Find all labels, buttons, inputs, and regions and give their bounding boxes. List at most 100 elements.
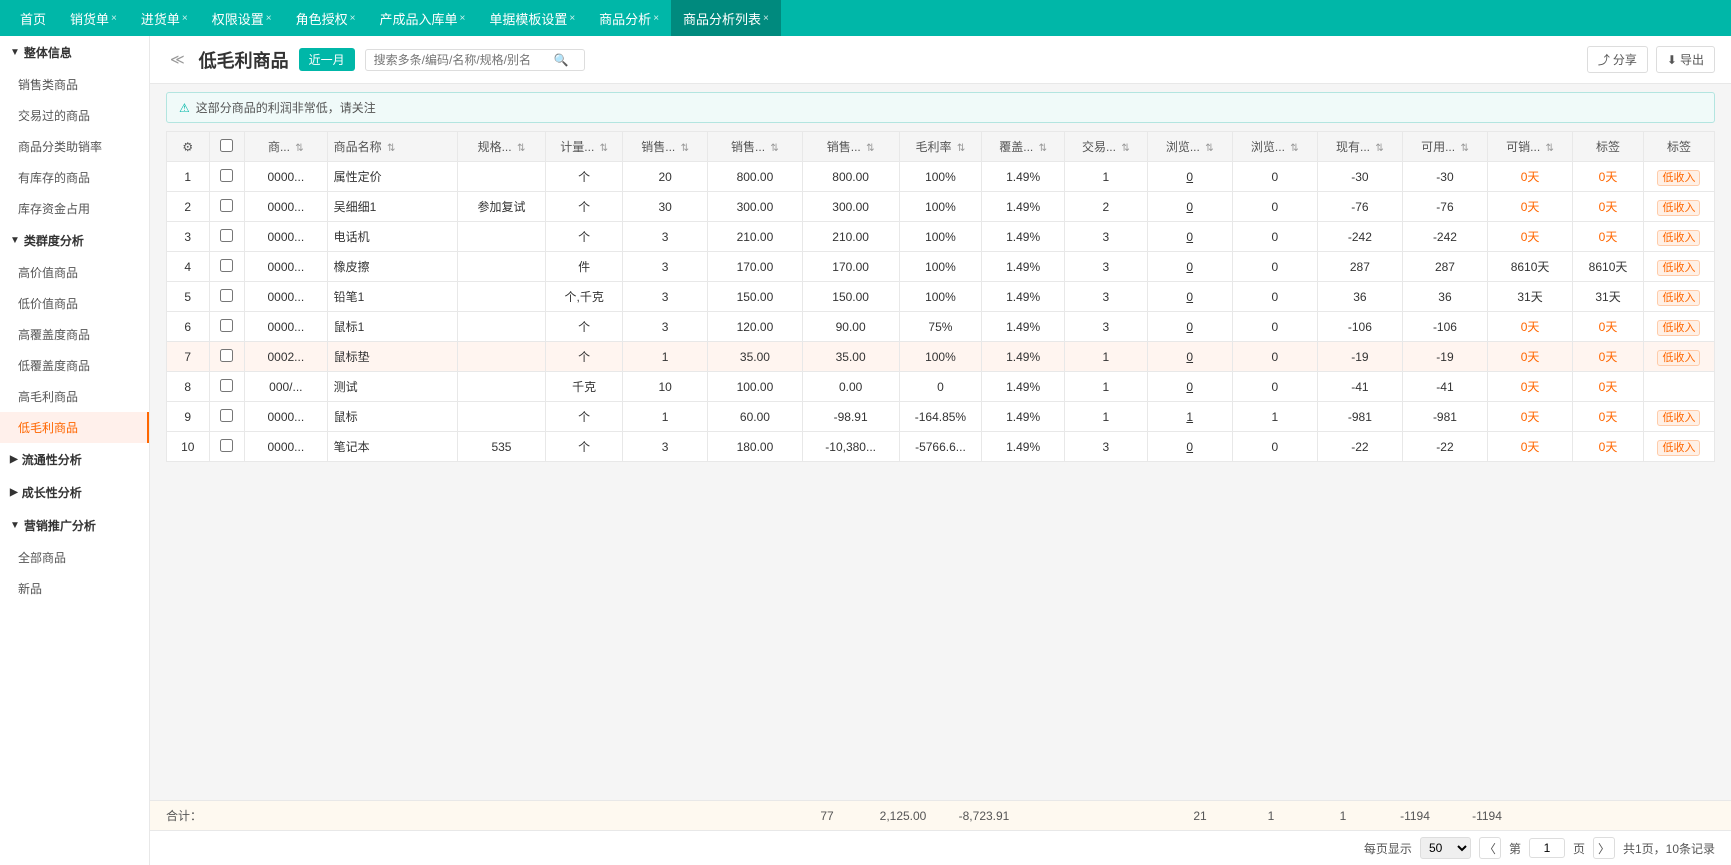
settings-icon[interactable]: ⚙ bbox=[182, 140, 193, 154]
cell-checkbox[interactable] bbox=[209, 372, 244, 402]
browse1-link[interactable]: 0 bbox=[1186, 290, 1193, 304]
cell-browse1[interactable]: 0 bbox=[1147, 432, 1232, 462]
th-avail[interactable]: 可用... ⇅ bbox=[1402, 132, 1487, 162]
row-checkbox[interactable] bbox=[220, 409, 233, 422]
browse1-link[interactable]: 0 bbox=[1186, 200, 1193, 214]
sidebar-item-sales-goods[interactable]: 销售类商品 bbox=[0, 69, 149, 100]
cell-browse1[interactable]: 0 bbox=[1147, 252, 1232, 282]
row-checkbox[interactable] bbox=[220, 289, 233, 302]
browse1-link[interactable]: 0 bbox=[1186, 170, 1193, 184]
cell-checkbox[interactable] bbox=[209, 342, 244, 372]
cell-checkbox[interactable] bbox=[209, 282, 244, 312]
sidebar-item-high-value[interactable]: 高价值商品 bbox=[0, 257, 149, 288]
th-tag[interactable]: 标签 bbox=[1643, 132, 1714, 162]
cell-browse1[interactable]: 0 bbox=[1147, 312, 1232, 342]
cell-browse1[interactable]: 0 bbox=[1147, 192, 1232, 222]
browse1-link[interactable]: 0 bbox=[1186, 380, 1193, 394]
sidebar-item-low-gross[interactable]: 低毛利商品 bbox=[0, 412, 149, 443]
th-sale1[interactable]: 销售... ⇅ bbox=[623, 132, 708, 162]
sidebar-item-low-value[interactable]: 低价值商品 bbox=[0, 288, 149, 319]
nav-goods-analysis-list[interactable]: 商品分析列表 × bbox=[671, 0, 781, 36]
nav-permission[interactable]: 权限设置 × bbox=[200, 0, 284, 36]
cell-checkbox[interactable] bbox=[209, 252, 244, 282]
browse1-link[interactable]: 0 bbox=[1186, 260, 1193, 274]
th-days[interactable]: 标签 bbox=[1573, 132, 1644, 162]
th-name[interactable]: 商品名称 ⇅ bbox=[327, 132, 457, 162]
nav-goods-analysis[interactable]: 商品分析 × bbox=[587, 0, 671, 36]
th-unit[interactable]: 计量... ⇅ bbox=[546, 132, 623, 162]
nav-role[interactable]: 角色授权 × bbox=[284, 0, 368, 36]
page-size-select[interactable]: 50 20 100 bbox=[1420, 837, 1471, 859]
sidebar-collapse-button[interactable]: ≪ bbox=[166, 51, 189, 68]
th-cover[interactable]: 覆盖... ⇅ bbox=[982, 132, 1065, 162]
nav-close-goods-analysis-list[interactable]: × bbox=[763, 13, 769, 24]
nav-close-goods-analysis[interactable]: × bbox=[653, 13, 659, 24]
th-settings[interactable]: ⚙ bbox=[167, 132, 210, 162]
nav-purchase[interactable]: 进货单 × bbox=[129, 0, 200, 36]
th-code[interactable]: 商... ⇅ bbox=[244, 132, 327, 162]
row-checkbox[interactable] bbox=[220, 349, 233, 362]
sidebar-item-high-gross[interactable]: 高毛利商品 bbox=[0, 381, 149, 412]
cell-checkbox[interactable] bbox=[209, 162, 244, 192]
browse1-link[interactable]: 0 bbox=[1186, 350, 1193, 364]
browse1-link[interactable]: 0 bbox=[1186, 230, 1193, 244]
nav-close-sales[interactable]: × bbox=[111, 13, 117, 24]
cell-checkbox[interactable] bbox=[209, 402, 244, 432]
sidebar-item-high-coverage[interactable]: 高覆盖度商品 bbox=[0, 319, 149, 350]
browse1-link[interactable]: 0 bbox=[1186, 440, 1193, 454]
th-sellable[interactable]: 可销... ⇅ bbox=[1488, 132, 1573, 162]
cell-checkbox[interactable] bbox=[209, 222, 244, 252]
prev-page-button[interactable]: 〈 bbox=[1479, 837, 1501, 859]
row-checkbox[interactable] bbox=[220, 319, 233, 332]
cell-checkbox[interactable] bbox=[209, 192, 244, 222]
sidebar-item-stock-capital[interactable]: 库存资金占用 bbox=[0, 193, 149, 224]
select-all-checkbox[interactable] bbox=[220, 139, 233, 152]
nav-sales[interactable]: 销货单 × bbox=[58, 0, 129, 36]
sidebar-group-overall-title[interactable]: ▼ 整体信息 bbox=[0, 36, 149, 69]
filter-period-button[interactable]: 近一月 bbox=[299, 48, 355, 71]
th-trade[interactable]: 交易... ⇅ bbox=[1064, 132, 1147, 162]
export-button[interactable]: ⬇ 导出 bbox=[1656, 46, 1715, 73]
row-checkbox[interactable] bbox=[220, 259, 233, 272]
sidebar-item-low-coverage[interactable]: 低覆盖度商品 bbox=[0, 350, 149, 381]
row-checkbox[interactable] bbox=[220, 439, 233, 452]
browse1-link[interactable]: 1 bbox=[1186, 410, 1193, 424]
th-sale3[interactable]: 销售... ⇅ bbox=[802, 132, 899, 162]
nav-close-purchase[interactable]: × bbox=[182, 13, 188, 24]
sidebar-group-flow-title[interactable]: ▶ 流通性分析 bbox=[0, 443, 149, 476]
sidebar-item-all-goods[interactable]: 全部商品 bbox=[0, 542, 149, 573]
row-checkbox[interactable] bbox=[220, 199, 233, 212]
sidebar-item-category-rate[interactable]: 商品分类助销率 bbox=[0, 131, 149, 162]
search-icon[interactable]: 🔍 bbox=[554, 53, 569, 67]
nav-close-template[interactable]: × bbox=[569, 13, 575, 24]
th-sale2[interactable]: 销售... ⇅ bbox=[708, 132, 803, 162]
browse1-link[interactable]: 0 bbox=[1186, 320, 1193, 334]
row-checkbox[interactable] bbox=[220, 379, 233, 392]
nav-template[interactable]: 单据模板设置 × bbox=[477, 0, 587, 36]
cell-browse1[interactable]: 0 bbox=[1147, 282, 1232, 312]
search-input[interactable] bbox=[374, 53, 554, 67]
sidebar-item-stock-goods[interactable]: 有库存的商品 bbox=[0, 162, 149, 193]
page-number-input[interactable] bbox=[1529, 838, 1565, 858]
sidebar-group-marketing-title[interactable]: ▼ 营销推广分析 bbox=[0, 509, 149, 542]
cell-checkbox[interactable] bbox=[209, 432, 244, 462]
sidebar-group-growth-title[interactable]: ▶ 成长性分析 bbox=[0, 476, 149, 509]
cell-checkbox[interactable] bbox=[209, 312, 244, 342]
nav-close-product-entry[interactable]: × bbox=[459, 13, 465, 24]
th-checkbox[interactable] bbox=[209, 132, 244, 162]
th-browse2[interactable]: 浏览... ⇅ bbox=[1232, 132, 1317, 162]
cell-browse1[interactable]: 1 bbox=[1147, 402, 1232, 432]
nav-product-entry[interactable]: 产成品入库单 × bbox=[367, 0, 477, 36]
nav-close-role[interactable]: × bbox=[350, 13, 356, 24]
cell-browse1[interactable]: 0 bbox=[1147, 342, 1232, 372]
nav-home[interactable]: 首页 bbox=[8, 0, 58, 36]
sidebar-item-traded-goods[interactable]: 交易过的商品 bbox=[0, 100, 149, 131]
th-current[interactable]: 现有... ⇅ bbox=[1317, 132, 1402, 162]
cell-browse1[interactable]: 0 bbox=[1147, 162, 1232, 192]
sidebar-group-cluster-title[interactable]: ▼ 类群度分析 bbox=[0, 224, 149, 257]
cell-browse1[interactable]: 0 bbox=[1147, 372, 1232, 402]
sidebar-item-new-goods[interactable]: 新品 bbox=[0, 573, 149, 604]
share-button[interactable]: ⤴ 分享 bbox=[1587, 46, 1648, 73]
row-checkbox[interactable] bbox=[220, 169, 233, 182]
row-checkbox[interactable] bbox=[220, 229, 233, 242]
